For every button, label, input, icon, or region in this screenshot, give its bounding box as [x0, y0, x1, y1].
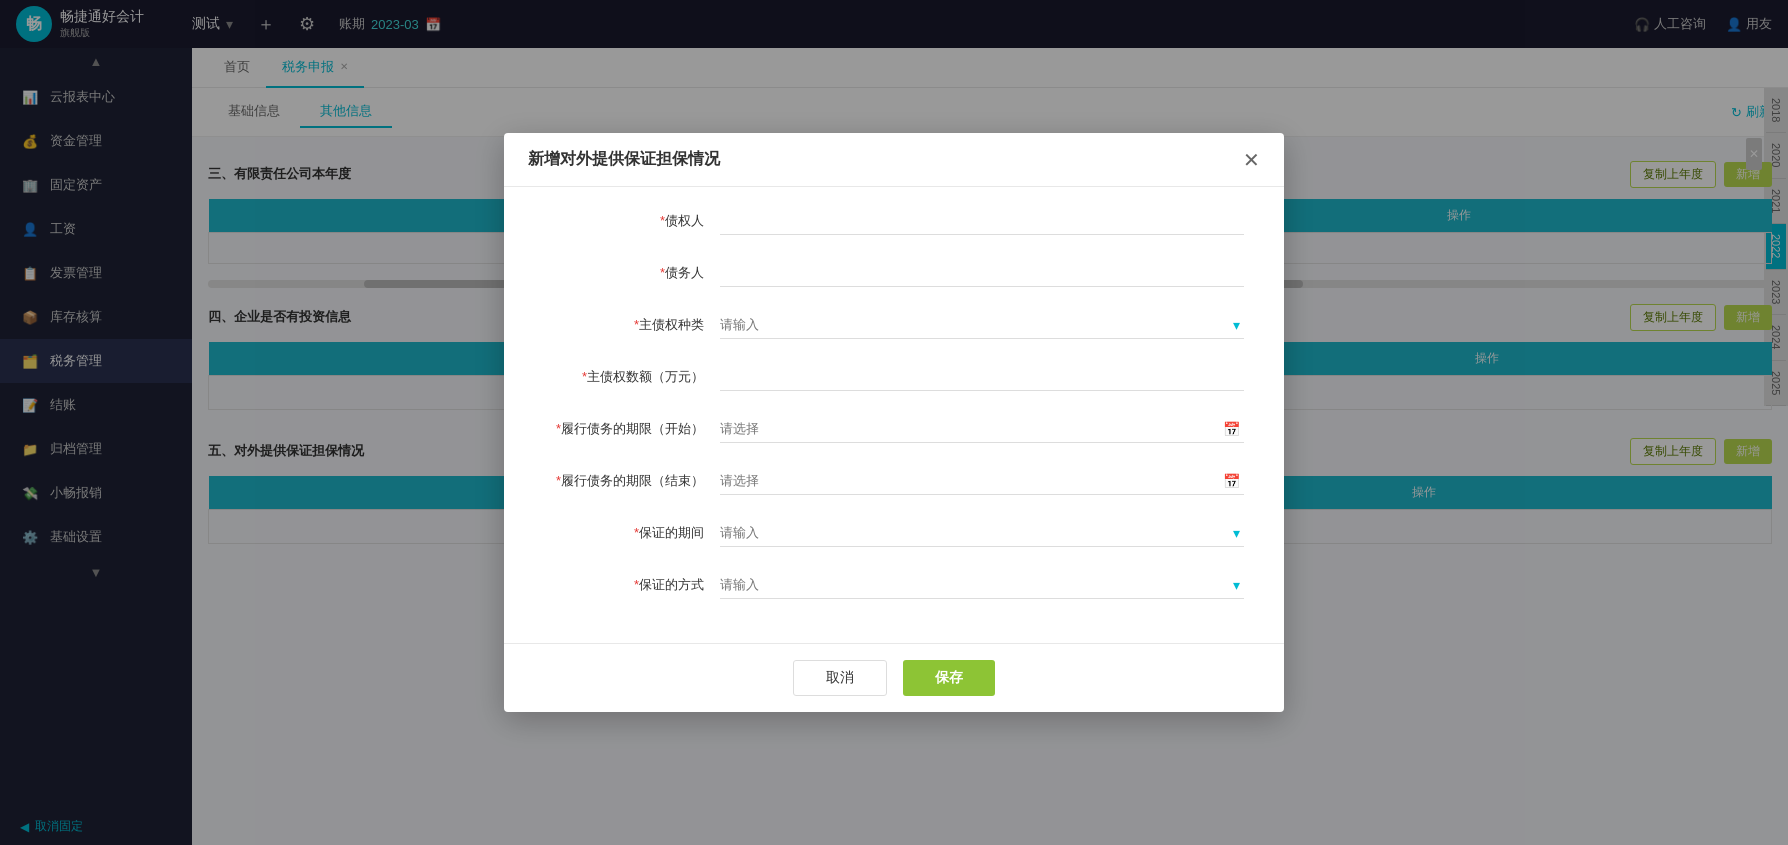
save-button[interactable]: 保存 [903, 660, 995, 696]
dialog-title: 新增对外提供保证担保情况 [528, 149, 720, 170]
cancel-button[interactable]: 取消 [793, 660, 887, 696]
debt-amount-input[interactable] [720, 363, 1244, 391]
guarantee-method-select-wrap: ▾ [720, 571, 1244, 599]
creditor-input[interactable] [720, 207, 1244, 235]
required-mark: * [634, 577, 639, 592]
guarantee-period-label: *保证的期间 [544, 524, 704, 542]
period-start-input[interactable] [720, 415, 1244, 442]
guarantee-method-select[interactable] [720, 571, 1244, 598]
period-start-date-wrap: 📅 [720, 415, 1244, 443]
guarantee-period-chevron-icon[interactable]: ▾ [1233, 525, 1240, 541]
dialog-header: 新增对外提供保证担保情况 ✕ [504, 133, 1284, 187]
debt-type-select[interactable] [720, 311, 1244, 338]
required-mark: * [634, 525, 639, 540]
guarantee-period-select[interactable] [720, 519, 1244, 546]
debt-type-select-wrap: ▾ [720, 311, 1244, 339]
debt-type-label: *主债权种类 [544, 316, 704, 334]
form-row-creditor: *债权人 [544, 207, 1244, 235]
form-row-debt-type: *主债权种类 ▾ [544, 311, 1244, 339]
debtor-input[interactable] [720, 259, 1244, 287]
required-mark: * [556, 473, 561, 488]
debt-type-chevron-icon[interactable]: ▾ [1233, 317, 1240, 333]
add-guarantee-dialog: 新增对外提供保证担保情况 ✕ *债权人 *债务人 *主债权种类 [504, 133, 1284, 712]
guarantee-period-select-wrap: ▾ [720, 519, 1244, 547]
required-mark: * [660, 213, 665, 228]
form-row-period-start: *履行债务的期限（开始） 📅 [544, 415, 1244, 443]
guarantee-method-label: *保证的方式 [544, 576, 704, 594]
creditor-label: *债权人 [544, 212, 704, 230]
required-mark: * [634, 317, 639, 332]
dialog-close-btn[interactable]: ✕ [1243, 150, 1260, 170]
period-end-input[interactable] [720, 467, 1244, 494]
period-start-label: *履行债务的期限（开始） [544, 420, 704, 438]
form-row-debt-amount: *主债权数额（万元） [544, 363, 1244, 391]
period-start-calendar-icon[interactable]: 📅 [1223, 421, 1240, 437]
form-row-period-end: *履行债务的期限（结束） 📅 [544, 467, 1244, 495]
required-mark: * [582, 369, 587, 384]
required-mark: * [660, 265, 665, 280]
guarantee-method-chevron-icon[interactable]: ▾ [1233, 577, 1240, 593]
form-row-guarantee-method: *保证的方式 ▾ [544, 571, 1244, 599]
modal-overlay: 新增对外提供保证担保情况 ✕ *债权人 *债务人 *主债权种类 [0, 0, 1788, 845]
required-mark: * [556, 421, 561, 436]
period-end-calendar-icon[interactable]: 📅 [1223, 473, 1240, 489]
period-end-date-wrap: 📅 [720, 467, 1244, 495]
form-row-guarantee-period: *保证的期间 ▾ [544, 519, 1244, 547]
debtor-label: *债务人 [544, 264, 704, 282]
period-end-label: *履行债务的期限（结束） [544, 472, 704, 490]
dialog-body: *债权人 *债务人 *主债权种类 ▾ [504, 187, 1284, 643]
dialog-footer: 取消 保存 [504, 643, 1284, 712]
debt-amount-label: *主债权数额（万元） [544, 368, 704, 386]
form-row-debtor: *债务人 [544, 259, 1244, 287]
